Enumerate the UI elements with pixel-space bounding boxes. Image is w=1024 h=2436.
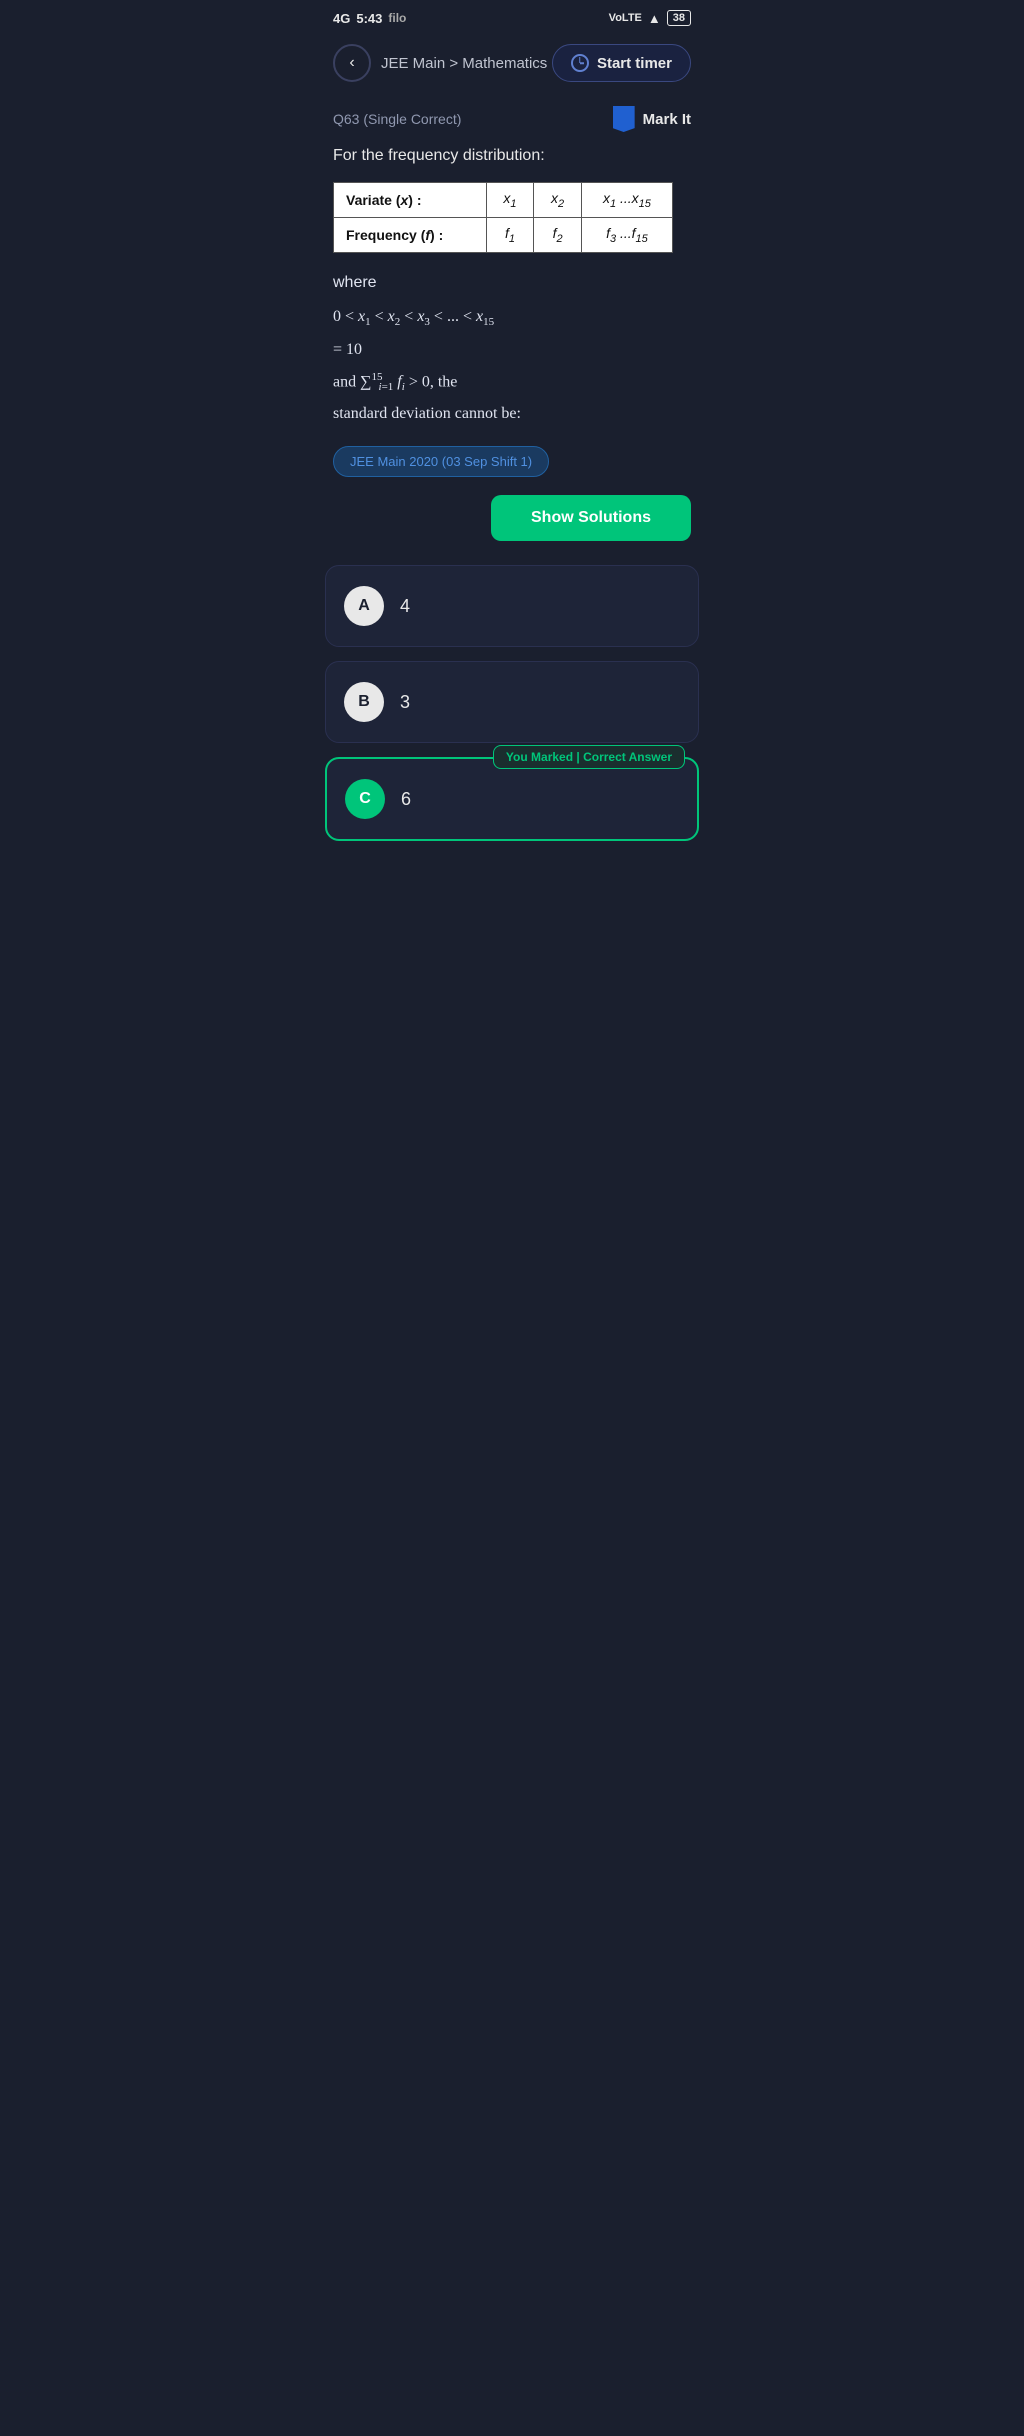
option-c[interactable]: You Marked | Correct Answer C 6 <box>325 757 699 841</box>
back-button[interactable]: ‹ <box>333 44 371 82</box>
condition-1: 0 < x1 < x2 < x3 < ... < x15 <box>333 301 691 333</box>
table-frequency-label: Frequency (f) : <box>334 217 487 252</box>
battery-indicator: 38 <box>667 10 691 26</box>
table-row-variate: Variate (x) : x1 x2 x1 ...x15 <box>334 183 673 218</box>
frequency-table: Variate (x) : x1 x2 x1 ...x15 Frequency … <box>333 182 673 253</box>
volte-indicator: VoLTE <box>609 12 642 24</box>
start-timer-button[interactable]: Start timer <box>552 44 691 82</box>
table-variate-label: Variate (x) : <box>334 183 487 218</box>
breadcrumb: JEE Main > Mathematics <box>381 55 547 72</box>
mark-it-button[interactable]: Mark It <box>613 106 691 132</box>
table-x1-x15: x1 ...x15 <box>581 183 672 218</box>
timer-icon <box>571 54 589 72</box>
condition-3: and ∑15i=1 fi > 0, the <box>333 366 691 399</box>
option-a[interactable]: A 4 <box>325 565 699 647</box>
question-meta: Q63 (Single Correct) Mark It <box>317 102 707 144</box>
question-label: Q63 (Single Correct) <box>333 111 461 127</box>
table-x1: x1 <box>486 183 534 218</box>
option-b-value: 3 <box>400 692 410 713</box>
table-f1: f1 <box>486 217 534 252</box>
table-f3-f15: f3 ...f15 <box>581 217 672 252</box>
bookmark-icon <box>613 106 635 132</box>
table-f2: f2 <box>534 217 582 252</box>
option-a-value: 4 <box>400 596 410 617</box>
status-bar: 4G 5:43 filo VoLTE ▲ 38 <box>317 0 707 32</box>
table-row-frequency: Frequency (f) : f1 f2 f3 ...f15 <box>334 217 673 252</box>
math-conditions: where 0 < x1 < x2 < x3 < ... < x15 = 10 … <box>333 269 691 431</box>
header-left: ‹ JEE Main > Mathematics <box>333 44 547 82</box>
time-display: 5:43 <box>356 11 382 26</box>
question-content: For the frequency distribution: Variate … <box>317 144 707 541</box>
show-solutions-button[interactable]: Show Solutions <box>491 495 691 541</box>
option-c-value: 6 <box>401 789 411 810</box>
table-x2: x2 <box>534 183 582 218</box>
solutions-button-wrapper: Show Solutions <box>333 495 691 541</box>
carrier-signal: 4G <box>333 11 350 26</box>
status-left: 4G 5:43 filo <box>333 11 406 26</box>
header: ‹ JEE Main > Mathematics Start timer <box>317 32 707 94</box>
option-b[interactable]: B 3 <box>325 661 699 743</box>
option-b-badge: B <box>344 682 384 722</box>
status-right: VoLTE ▲ 38 <box>609 10 691 26</box>
wifi-icon: ▲ <box>648 11 661 26</box>
timer-label: Start timer <box>597 55 672 72</box>
condition-2: = 10 <box>333 334 691 366</box>
where-text: where <box>333 269 691 298</box>
option-c-badge: C <box>345 779 385 819</box>
app-name: filo <box>388 11 406 25</box>
option-a-badge: A <box>344 586 384 626</box>
question-intro-text: For the frequency distribution: <box>333 144 691 168</box>
exam-tag: JEE Main 2020 (03 Sep Shift 1) <box>333 446 549 477</box>
condition-4: standard deviation cannot be: <box>333 398 691 430</box>
mark-it-label: Mark It <box>643 111 691 128</box>
correct-answer-label: You Marked | Correct Answer <box>493 745 685 769</box>
options-list: A 4 B 3 You Marked | Correct Answer C 6 <box>317 565 707 841</box>
